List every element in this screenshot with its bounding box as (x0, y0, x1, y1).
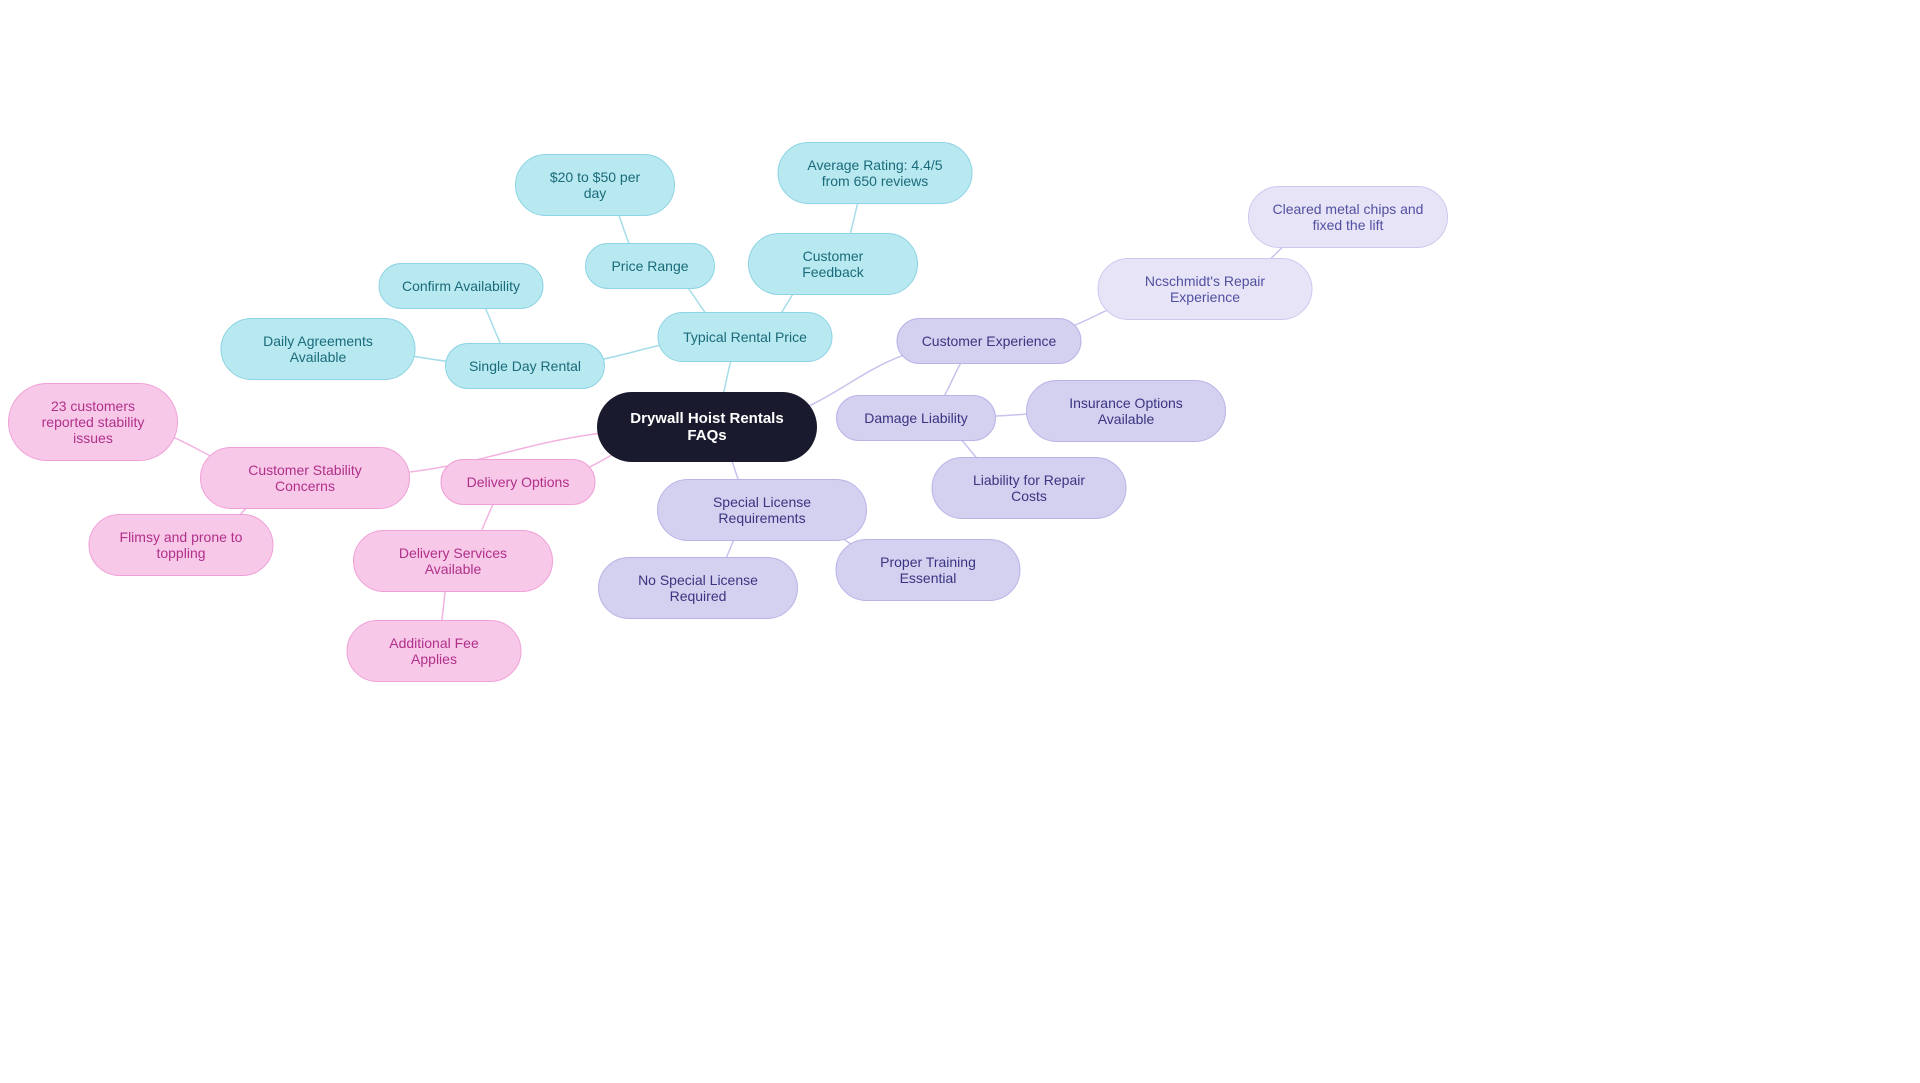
node-customer_stability: Customer Stability Concerns (200, 447, 410, 509)
node-price_range: Price Range (585, 243, 715, 289)
node-special_license: Special License Requirements (657, 479, 867, 541)
node-proper_training: Proper Training Essential (836, 539, 1021, 601)
node-daily_agreements: Daily Agreements Available (221, 318, 416, 380)
node-liability_repair: Liability for Repair Costs (932, 457, 1127, 519)
mindmap-container: Drywall Hoist Rentals FAQs Typical Rental… (0, 0, 1920, 1083)
node-additional_fee: Additional Fee Applies (347, 620, 522, 682)
node-insurance_options: Insurance Options Available (1026, 380, 1226, 442)
node-customer_feedback: Customer Feedback (748, 233, 918, 295)
node-stability_issues: 23 customers reported stability issues (8, 383, 178, 461)
node-customer_experience: Customer Experience (897, 318, 1082, 364)
node-price_value: $20 to $50 per day (515, 154, 675, 216)
node-delivery_options: Delivery Options (441, 459, 596, 505)
node-center: Drywall Hoist Rentals FAQs (597, 392, 817, 462)
node-no_license: No Special License Required (598, 557, 798, 619)
node-ncschmidt: Ncschmidt's Repair Experience (1098, 258, 1313, 320)
node-damage_liability: Damage Liability (836, 395, 996, 441)
node-avg_rating: Average Rating: 4.4/5 from 650 reviews (778, 142, 973, 204)
node-delivery_services: Delivery Services Available (353, 530, 553, 592)
node-single_day_rental: Single Day Rental (445, 343, 605, 389)
node-cleared_chips: Cleared metal chips and fixed the lift (1248, 186, 1448, 248)
node-flimsy: Flimsy and prone to toppling (89, 514, 274, 576)
node-confirm_availability: Confirm Availability (379, 263, 544, 309)
node-typical_rental_price: Typical Rental Price (658, 312, 833, 362)
